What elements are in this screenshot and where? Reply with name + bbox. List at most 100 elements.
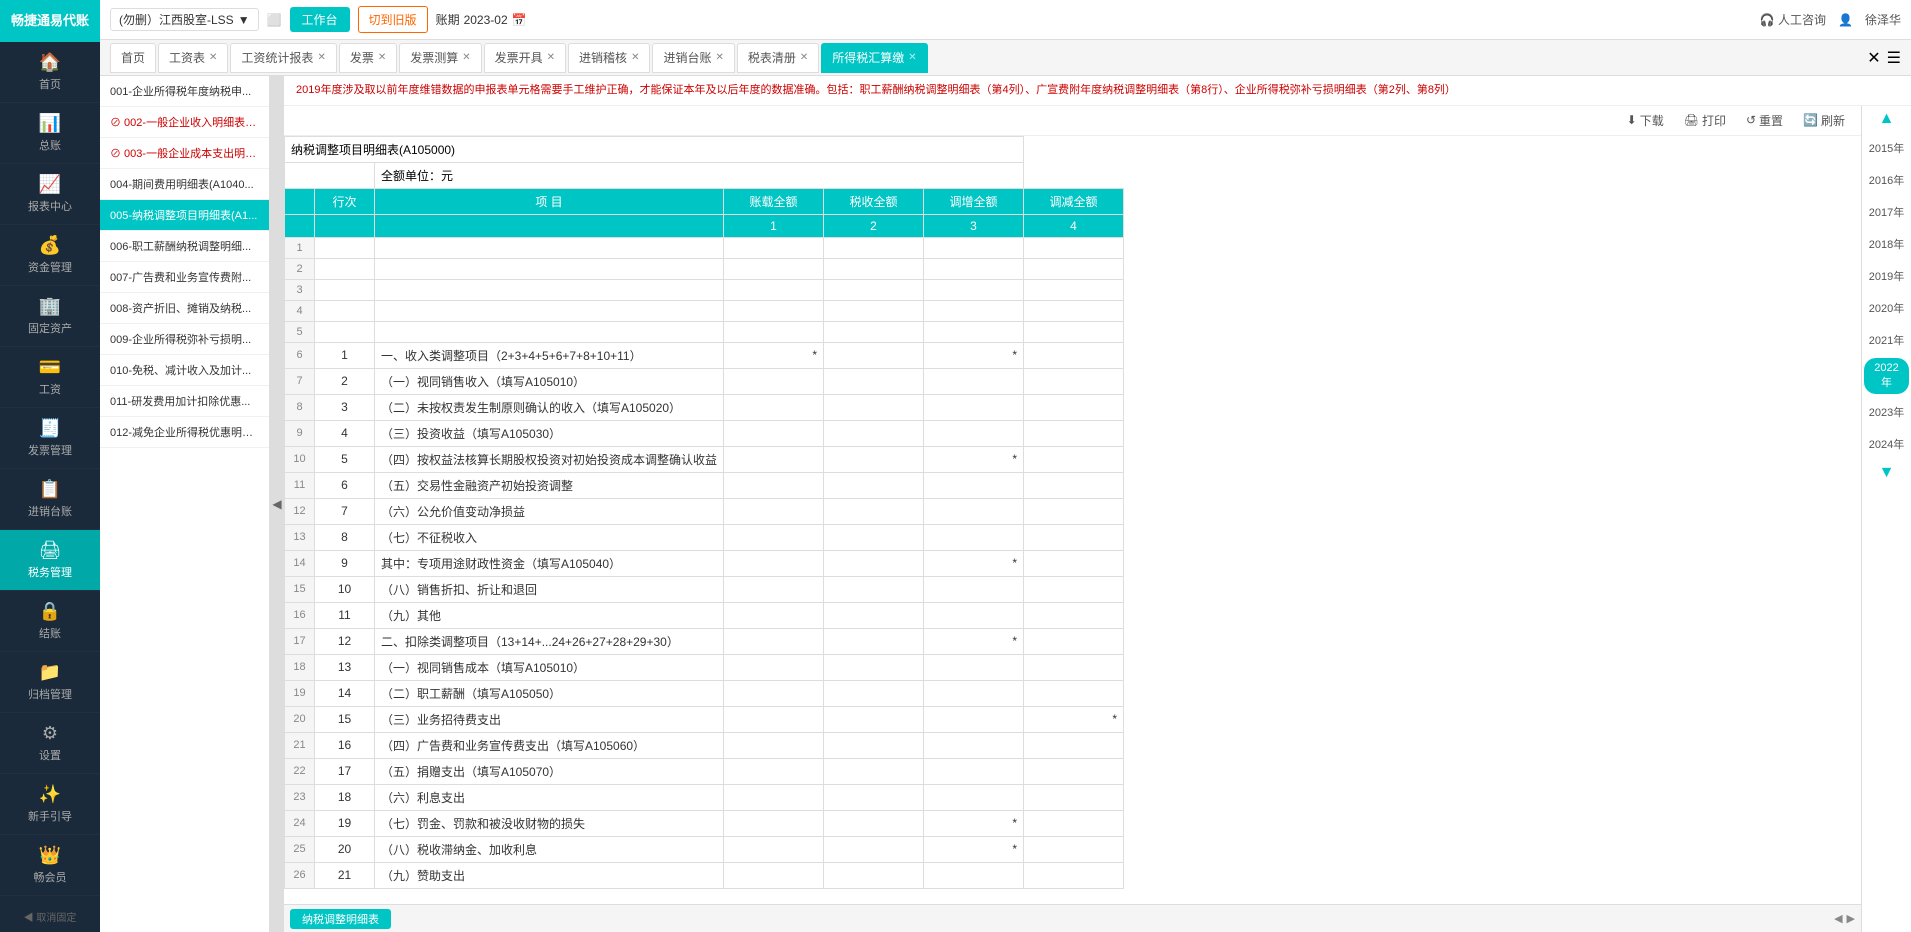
cell-e-23[interactable] bbox=[924, 784, 1024, 810]
cell-e-25[interactable]: * bbox=[924, 836, 1024, 862]
left-nav-item-5[interactable]: 006-职工薪酬纳税调整明细... bbox=[100, 231, 269, 262]
tab-close-2[interactable]: ✕ bbox=[317, 52, 325, 63]
cell-c-11[interactable] bbox=[724, 472, 824, 498]
sidebar-item-archive[interactable]: 📁归档管理 bbox=[0, 652, 100, 713]
sidebar-item-assets[interactable]: 🏢固定资产 bbox=[0, 286, 100, 347]
cell-c-19[interactable] bbox=[724, 680, 824, 706]
cell-f-21[interactable] bbox=[1024, 732, 1124, 758]
cell-e-13[interactable] bbox=[924, 524, 1024, 550]
print-button[interactable]: 🖨 打印 bbox=[1678, 110, 1732, 131]
cell-e-24[interactable]: * bbox=[924, 810, 1024, 836]
left-nav-item-11[interactable]: 012-减免企业所得税优惠明细(… bbox=[100, 417, 269, 448]
cell-f-22[interactable] bbox=[1024, 758, 1124, 784]
tab-close-9[interactable]: ✕ bbox=[908, 52, 916, 63]
tab-7[interactable]: 进销台账✕ bbox=[652, 43, 734, 73]
cell-c-7[interactable] bbox=[724, 368, 824, 394]
cell-e-19[interactable] bbox=[924, 680, 1024, 706]
reset-button[interactable]: ↺ 重置 bbox=[1740, 110, 1789, 131]
tab-close-3[interactable]: ✕ bbox=[378, 52, 386, 63]
cell-e-12[interactable] bbox=[924, 498, 1024, 524]
scroll-right-icon[interactable]: ▶ bbox=[1847, 912, 1855, 925]
row-item-7[interactable]: （一）视同销售收入（填写A105010） bbox=[375, 368, 724, 394]
year-item-2020年[interactable]: 2020年 bbox=[1862, 292, 1911, 324]
cell-f-7[interactable] bbox=[1024, 368, 1124, 394]
tab-close-5[interactable]: ✕ bbox=[547, 52, 555, 63]
row-item-16[interactable]: （九）其他 bbox=[375, 602, 724, 628]
sidebar-item-salary[interactable]: 💳工资 bbox=[0, 347, 100, 408]
sidebar-item-report[interactable]: 📈报表中心 bbox=[0, 164, 100, 225]
cell-f-12[interactable] bbox=[1024, 498, 1124, 524]
nav-collapse-button[interactable]: ◀ bbox=[270, 76, 284, 932]
year-item-2023年[interactable]: 2023年 bbox=[1862, 396, 1911, 428]
cell-d-6[interactable] bbox=[824, 342, 924, 368]
tab-close-4[interactable]: ✕ bbox=[462, 52, 470, 63]
calendar-icon[interactable]: 📅 bbox=[512, 13, 527, 27]
row-item-14[interactable]: 其中：专项用途财政性资金（填写A105040） bbox=[375, 550, 724, 576]
cell-e-26[interactable] bbox=[924, 862, 1024, 888]
cell-f-20[interactable]: * bbox=[1024, 706, 1124, 732]
cell-e-17[interactable]: * bbox=[924, 628, 1024, 654]
cell-d-18[interactable] bbox=[824, 654, 924, 680]
tab-9[interactable]: 所得税汇算缴✕ bbox=[821, 43, 927, 73]
cell-e-8[interactable] bbox=[924, 394, 1024, 420]
tab-close-7[interactable]: ✕ bbox=[715, 52, 723, 63]
cell-c-22[interactable] bbox=[724, 758, 824, 784]
cell-e-22[interactable] bbox=[924, 758, 1024, 784]
row-item-25[interactable]: （八）税收滞纳金、加收利息 bbox=[375, 836, 724, 862]
cell-c-12[interactable] bbox=[724, 498, 824, 524]
cell-d-21[interactable] bbox=[824, 732, 924, 758]
left-nav-item-3[interactable]: 004-期间费用明细表(A1040... bbox=[100, 169, 269, 200]
sidebar-item-settings[interactable]: ⚙设置 bbox=[0, 713, 100, 774]
year-item-2018年[interactable]: 2018年 bbox=[1862, 228, 1911, 260]
cell-d-20[interactable] bbox=[824, 706, 924, 732]
left-nav-item-9[interactable]: 010-免税、减计收入及加计... bbox=[100, 355, 269, 386]
year-item-2019年[interactable]: 2019年 bbox=[1862, 260, 1911, 292]
cell-f-26[interactable] bbox=[1024, 862, 1124, 888]
left-nav-item-2[interactable]: ⊘ 003-一般企业成本支出明细... bbox=[100, 138, 269, 169]
cell-e-15[interactable] bbox=[924, 576, 1024, 602]
row-item-9[interactable]: （三）投资收益（填写A105030） bbox=[375, 420, 724, 446]
sidebar-item-invoice[interactable]: 🧾发票管理 bbox=[0, 408, 100, 469]
cell-e-16[interactable] bbox=[924, 602, 1024, 628]
row-item-6[interactable]: 一、收入类调整项目（2+3+4+5+6+7+8+10+11） bbox=[375, 342, 724, 368]
row-item-10[interactable]: （四）按权益法核算长期股权投资对初始投资成本调整确认收益 bbox=[375, 446, 724, 472]
cell-d-23[interactable] bbox=[824, 784, 924, 810]
cell-d-22[interactable] bbox=[824, 758, 924, 784]
cell-d-12[interactable] bbox=[824, 498, 924, 524]
tab-close-8[interactable]: ✕ bbox=[800, 52, 808, 63]
row-item-21[interactable]: （四）广告费和业务宣传费支出（填写A105060） bbox=[375, 732, 724, 758]
cell-d-25[interactable] bbox=[824, 836, 924, 862]
cell-e-14[interactable]: * bbox=[924, 550, 1024, 576]
more-icon[interactable]: ☰ bbox=[1887, 48, 1901, 68]
row-item-19[interactable]: （二）职工薪酬（填写A105050） bbox=[375, 680, 724, 706]
tab-6[interactable]: 进销稽核✕ bbox=[568, 43, 650, 73]
cell-e-11[interactable] bbox=[924, 472, 1024, 498]
table-wrapper[interactable]: 纳税调整项目明细表(A105000) 全额单位：元 bbox=[284, 136, 1861, 905]
tab-close-1[interactable]: ✕ bbox=[209, 52, 217, 63]
cell-e-21[interactable] bbox=[924, 732, 1024, 758]
row-item-15[interactable]: （八）销售折扣、折让和退回 bbox=[375, 576, 724, 602]
row-item-11[interactable]: （五）交易性金融资产初始投资调整 bbox=[375, 472, 724, 498]
cell-d-17[interactable] bbox=[824, 628, 924, 654]
year-item-2021年[interactable]: 2021年 bbox=[1862, 324, 1911, 356]
cell-f-10[interactable] bbox=[1024, 446, 1124, 472]
cell-d-7[interactable] bbox=[824, 368, 924, 394]
sidebar-item-close[interactable]: 🔒结账 bbox=[0, 591, 100, 652]
tab-3[interactable]: 发票✕ bbox=[339, 43, 397, 73]
cell-c-13[interactable] bbox=[724, 524, 824, 550]
bottom-tab-0[interactable]: 纳税调整明细表 bbox=[290, 909, 391, 929]
row-item-17[interactable]: 二、扣除类调整项目（13+14+...24+26+27+28+29+30） bbox=[375, 628, 724, 654]
cell-c-25[interactable] bbox=[724, 836, 824, 862]
cell-c-10[interactable] bbox=[724, 446, 824, 472]
cell-f-15[interactable] bbox=[1024, 576, 1124, 602]
year-down-icon[interactable]: ▼ bbox=[1875, 460, 1899, 486]
old-version-button[interactable]: 切到旧版 bbox=[358, 6, 428, 33]
sidebar-item-capital[interactable]: 💰资金管理 bbox=[0, 225, 100, 286]
cell-c-18[interactable] bbox=[724, 654, 824, 680]
cell-d-26[interactable] bbox=[824, 862, 924, 888]
year-item-2022年[interactable]: 2022年 bbox=[1864, 358, 1909, 394]
year-item-2017年[interactable]: 2017年 bbox=[1862, 196, 1911, 228]
left-nav-item-4[interactable]: 005-纳税调整项目明细表(A1... bbox=[100, 200, 269, 231]
sidebar-item-inbound[interactable]: 📋进销台账 bbox=[0, 469, 100, 530]
cell-c-21[interactable] bbox=[724, 732, 824, 758]
